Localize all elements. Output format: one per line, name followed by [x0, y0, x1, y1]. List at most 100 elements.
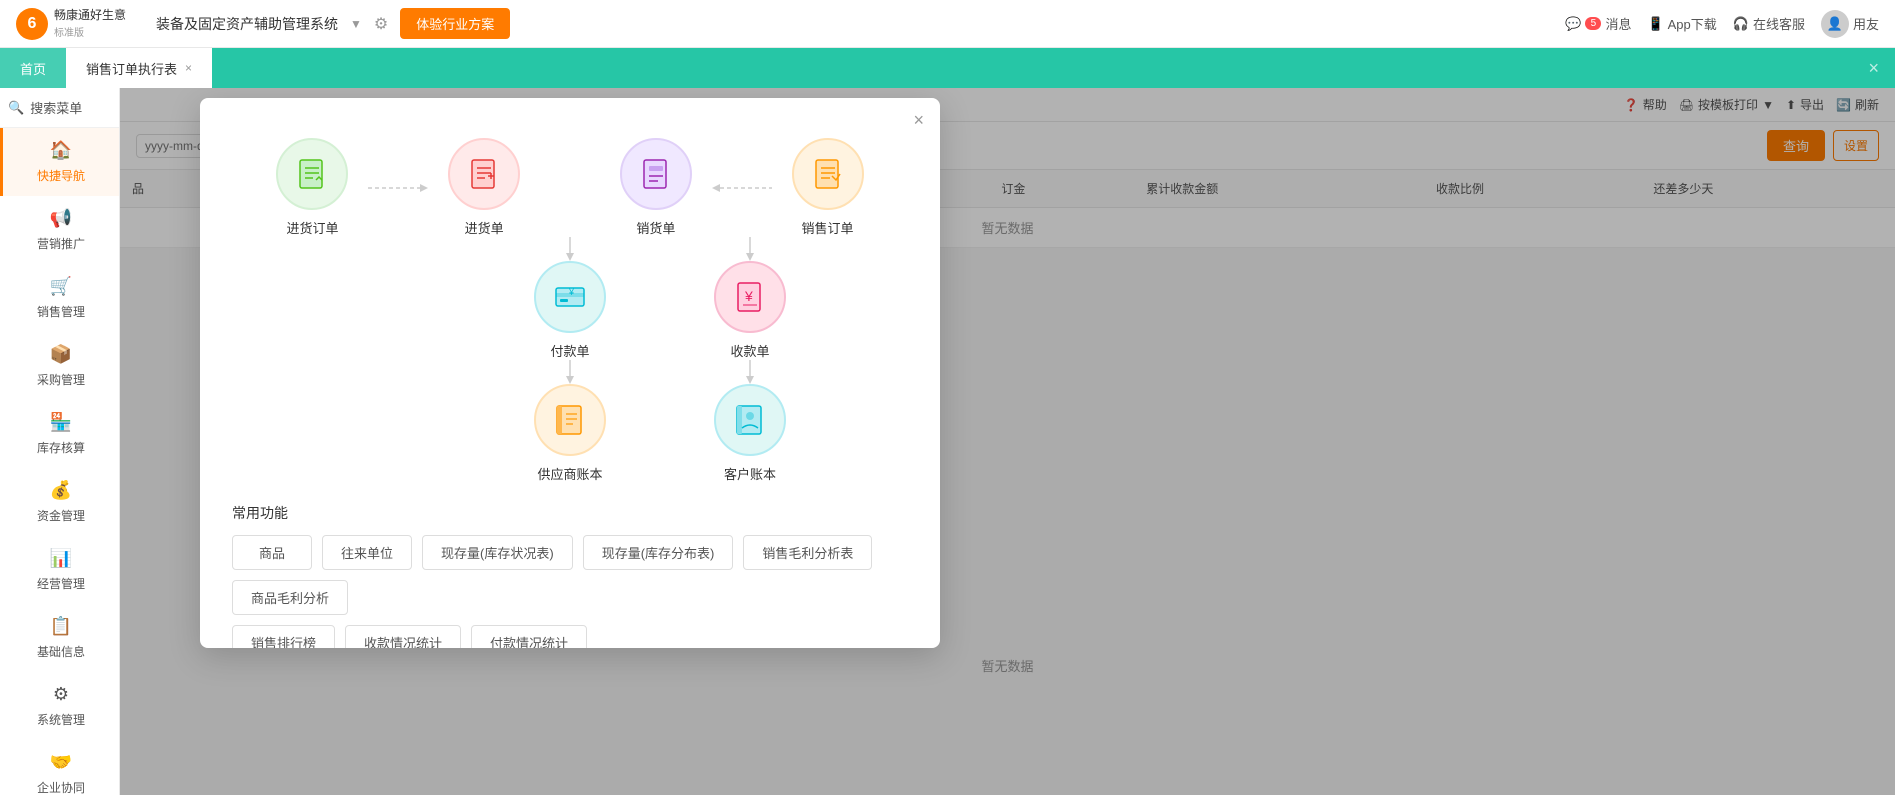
sidebar-label-inventory: 库存核算	[37, 439, 85, 456]
svg-text:¥: ¥	[744, 288, 753, 304]
experience-btn[interactable]: 体验行业方案	[400, 8, 510, 39]
sidebar-label-sales: 销售管理	[37, 303, 85, 320]
sidebar-item-quick-nav[interactable]: 🏠 快捷导航	[0, 128, 119, 196]
modal-overlay: ×	[120, 88, 1895, 795]
tab-home-label: 首页	[20, 59, 46, 78]
app-download-label: App下载	[1668, 14, 1717, 33]
common-section: 常用功能 商品 往来单位 现存量(库存状况表) 现存量(库存分布表) 销售毛利分…	[200, 503, 940, 648]
sidebar-item-purchase[interactable]: 📦 采购管理	[0, 332, 119, 400]
sidebar-label-quick-nav: 快捷导航	[37, 167, 85, 184]
user-name: 用友	[1853, 14, 1879, 33]
sidebar-label-basic: 基础信息	[37, 643, 85, 660]
customer-ledger-node: 客户账本	[695, 384, 805, 483]
purchase-bill-node: 进货单	[432, 138, 537, 237]
tab-sales-order[interactable]: 销售订单执行表 ×	[66, 48, 212, 88]
supplier-ledger-label: 供应商账本	[537, 464, 602, 483]
purchase-bill-icon[interactable]	[448, 138, 520, 210]
message-item[interactable]: 💬 5 消息	[1565, 14, 1631, 33]
tab-sales-label: 销售订单执行表	[86, 59, 177, 78]
gear-icon[interactable]: ⚙	[374, 14, 388, 34]
marketing-icon: 📢	[50, 208, 72, 229]
logo-sub: 标准版	[54, 24, 126, 39]
sales-bill-node: 销货单	[603, 138, 708, 237]
supplier-ledger-icon[interactable]	[534, 384, 606, 456]
payment-label: 付款单	[550, 341, 589, 360]
purchase-icon: 📦	[50, 344, 72, 365]
payment-icon[interactable]: ¥	[534, 261, 606, 333]
message-label: 消息	[1605, 14, 1631, 33]
btn-sales-rank[interactable]: 销售排行榜	[232, 625, 335, 648]
purchase-order-icon[interactable]	[276, 138, 348, 210]
sales-order-icon[interactable]	[792, 138, 864, 210]
sidebar-item-system[interactable]: ⚙ 系统管理	[0, 672, 119, 740]
receipt-icon[interactable]: ¥	[714, 261, 786, 333]
btn-stock-dist[interactable]: 现存量(库存分布表)	[583, 535, 734, 570]
sidebar-item-sales[interactable]: 🛒 销售管理	[0, 264, 119, 332]
online-service-label: 在线客服	[1753, 14, 1805, 33]
top-header: 6 畅康通好生意 标准版 装备及固定资产辅助管理系统 ▼ ⚙ 体验行业方案 💬 …	[0, 0, 1895, 48]
message-badge: 5	[1585, 17, 1601, 30]
logo-area: 6 畅康通好生意 标准版	[16, 8, 136, 40]
sidebar-item-inventory[interactable]: 🏪 库存核算	[0, 400, 119, 468]
header-center: 装备及固定资产辅助管理系统 ▼ ⚙ 体验行业方案	[136, 8, 1565, 39]
online-service-item[interactable]: 🎧 在线客服	[1733, 14, 1805, 33]
avatar: 👤	[1821, 10, 1849, 38]
operations-icon: 📊	[50, 548, 72, 569]
sidebar-label-finance: 资金管理	[37, 507, 85, 524]
sidebar-item-basic[interactable]: 📋 基础信息	[0, 604, 119, 672]
purchase-order-node: 进货订单	[260, 138, 365, 237]
tab-bar: 首页 销售订单执行表 × ×	[0, 48, 1895, 88]
supplier-ledger-node: 供应商账本	[515, 384, 625, 483]
receipt-node: ¥ 收款单	[695, 261, 805, 360]
sidebar-label-operations: 经营管理	[37, 575, 85, 592]
btn-goods[interactable]: 商品	[232, 535, 312, 570]
svg-text:¥: ¥	[568, 287, 575, 297]
btn-receipt-stats[interactable]: 收款情况统计	[345, 625, 461, 648]
tab-bar-close-icon[interactable]: ×	[1868, 58, 1879, 79]
app-download-item[interactable]: 📱 App下载	[1647, 14, 1716, 33]
common-title: 常用功能	[232, 503, 908, 523]
download-icon: 📱	[1647, 16, 1663, 32]
payment-node: ¥ 付款单	[515, 261, 625, 360]
sales-order-node: 销售订单	[775, 138, 880, 237]
sidebar-label-collab: 企业协同	[37, 779, 85, 795]
sidebar-item-collab[interactable]: 🤝 企业协同	[0, 740, 119, 795]
tab-close-icon[interactable]: ×	[185, 61, 192, 75]
tab-home[interactable]: 首页	[0, 48, 66, 88]
logo-name: 畅康通好生意	[54, 8, 126, 24]
btn-stock-status[interactable]: 现存量(库存状况表)	[422, 535, 573, 570]
sidebar-search-label: 搜索菜单	[30, 98, 82, 117]
sidebar-label-system: 系统管理	[37, 711, 85, 728]
header-right: 💬 5 消息 📱 App下载 🎧 在线客服 👤 用友	[1565, 10, 1879, 38]
basic-icon: 📋	[50, 616, 72, 637]
quick-nav-icon: 🏠	[50, 140, 72, 161]
sidebar-item-marketing[interactable]: 📢 营销推广	[0, 196, 119, 264]
customer-ledger-icon[interactable]	[714, 384, 786, 456]
btn-payment-stats[interactable]: 付款情况统计	[471, 625, 587, 648]
sales-bill-icon[interactable]	[620, 138, 692, 210]
purchase-bill-label: 进货单	[465, 218, 504, 237]
sales-order-label: 销售订单	[802, 218, 854, 237]
sidebar-label-marketing: 营销推广	[37, 235, 85, 252]
sidebar-item-operations[interactable]: 📊 经营管理	[0, 536, 119, 604]
collab-icon: 🤝	[50, 752, 72, 773]
content-area: ❓ 帮助 🖨 按模板打印 ▼ ⬆ 导出 🔄 刷新 📅 单据状态	[120, 88, 1895, 795]
message-icon: 💬	[1565, 16, 1581, 32]
system-dropdown-btn[interactable]: ▼	[350, 17, 362, 31]
main-layout: 🔍 搜索菜单 🏠 快捷导航 📢 营销推广 🛒 销售管理 📦 采购管理 🏪 库存核…	[0, 88, 1895, 795]
sidebar-item-finance[interactable]: 💰 资金管理	[0, 468, 119, 536]
search-icon: 🔍	[8, 100, 24, 116]
inventory-icon: 🏪	[50, 412, 72, 433]
sidebar-search[interactable]: 🔍 搜索菜单	[0, 88, 119, 128]
btn-partners[interactable]: 往来单位	[322, 535, 412, 570]
btn-goods-profit[interactable]: 商品毛利分析	[232, 580, 348, 615]
system-icon: ⚙	[53, 684, 69, 705]
btn-sales-profit[interactable]: 销售毛利分析表	[743, 535, 872, 570]
modal-close-btn[interactable]: ×	[913, 110, 924, 131]
modal-box: ×	[200, 98, 940, 648]
finance-icon: 💰	[50, 480, 72, 501]
user-area[interactable]: 👤 用友	[1821, 10, 1879, 38]
purchase-order-label: 进货订单	[286, 218, 338, 237]
service-icon: 🎧	[1733, 16, 1749, 32]
system-title: 装备及固定资产辅助管理系统	[156, 14, 338, 34]
